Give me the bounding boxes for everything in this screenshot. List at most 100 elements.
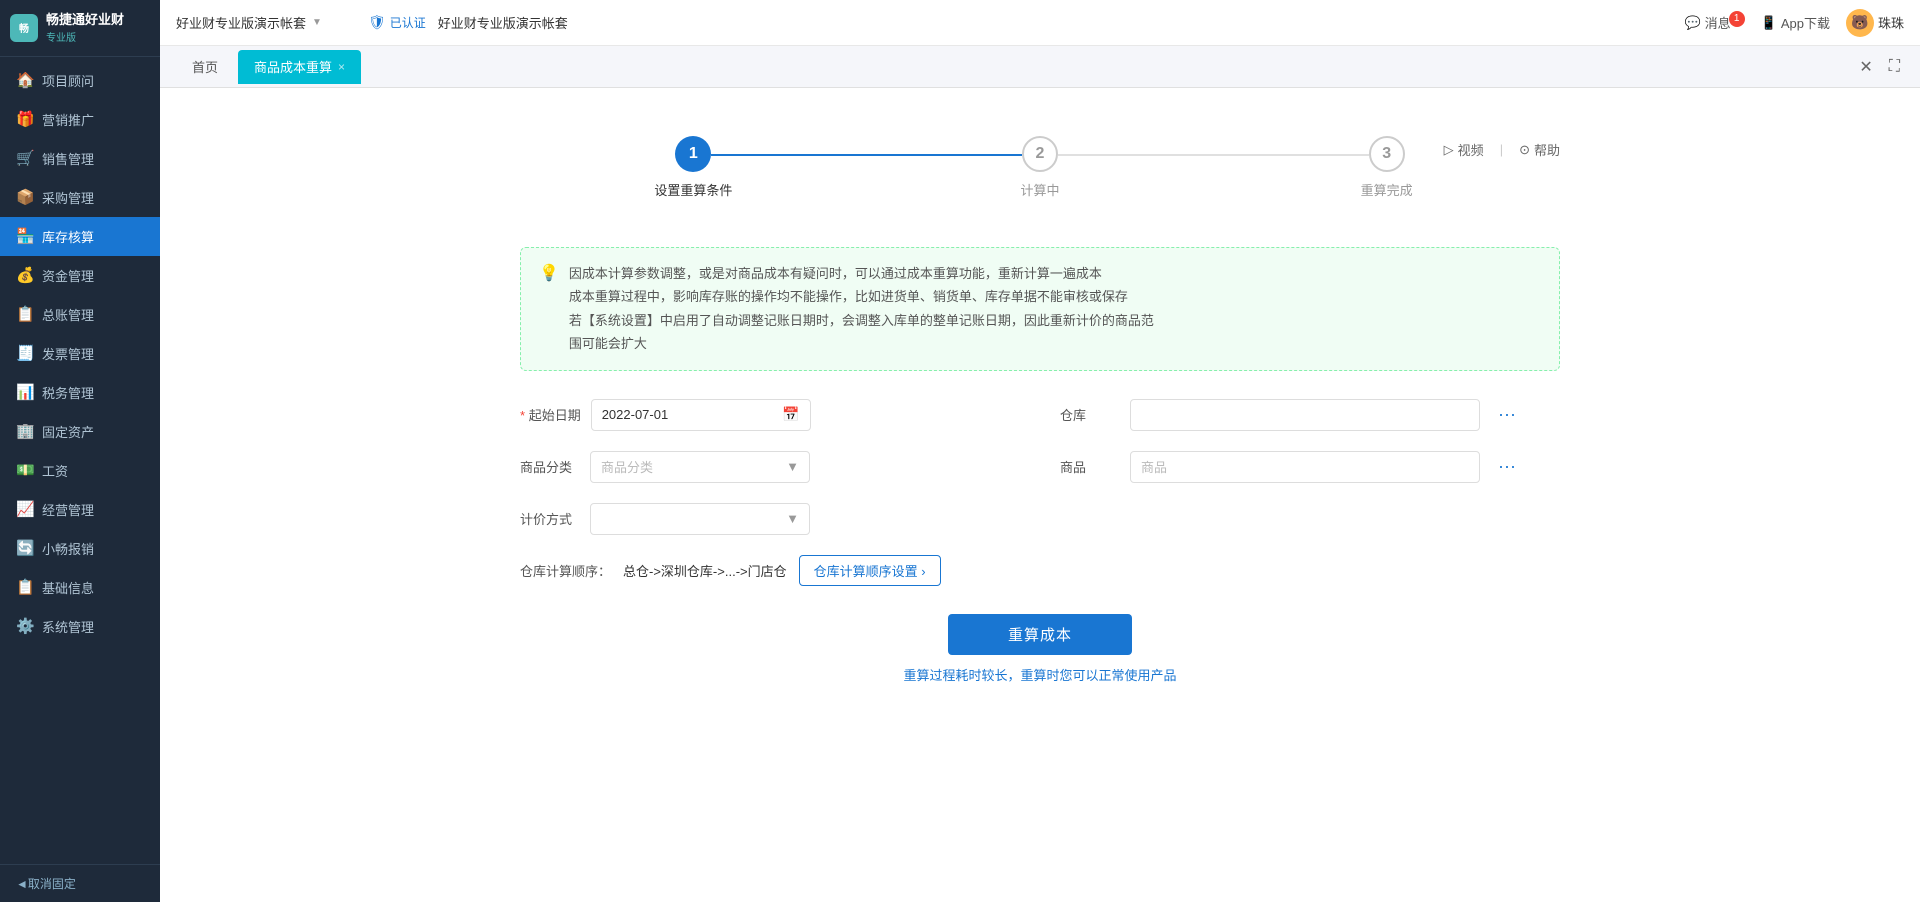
required-mark: * bbox=[520, 408, 525, 423]
sidebar-item-label-sales: 销售管理 bbox=[42, 149, 94, 168]
sidebar-item-salary[interactable]: 💵 工资 bbox=[0, 451, 160, 490]
step-2-label: 计算中 bbox=[1021, 180, 1060, 199]
sidebar-item-label-operations: 经营管理 bbox=[42, 500, 94, 519]
inventory-icon: 🏪 bbox=[16, 227, 34, 245]
shield-icon: 🛡 bbox=[368, 14, 386, 31]
category-placeholder: 商品分类 bbox=[601, 457, 653, 476]
main-area: 好业财专业版演示帐套 ▼ 🛡 已认证 好业财专业版演示帐套 💬 消息 1 📱 A… bbox=[160, 0, 1920, 902]
pricing-select[interactable]: ▼ bbox=[590, 503, 810, 535]
sidebar-nav: 🏠 项目顾问 🎁 营销推广 🛒 销售管理 📦 采购管理 🏪 库存核算 💰 资金管… bbox=[0, 57, 160, 864]
question-icon: ⊙ bbox=[1519, 142, 1530, 158]
sidebar-item-label-tax: 税务管理 bbox=[42, 383, 94, 402]
recalc-note: 重算过程耗时较长，重算时您可以正常使用产品 bbox=[903, 665, 1176, 684]
sidebar-item-invoice[interactable]: 🧾 发票管理 bbox=[0, 334, 160, 373]
account-name: 好业财专业版演示帐套 bbox=[176, 13, 306, 32]
step-1-circle: 1 bbox=[675, 136, 711, 172]
product-input[interactable]: 商品 bbox=[1130, 451, 1480, 483]
tab-home[interactable]: 首页 bbox=[176, 50, 234, 84]
info-text: 因成本计算参数调整，或是对商品成本有疑问时，可以通过成本重算功能，重新计算一遍成… bbox=[569, 262, 1154, 356]
tab-recalc[interactable]: 商品成本重算 × bbox=[238, 50, 361, 84]
sidebar-item-accounting[interactable]: 📋 总账管理 bbox=[0, 295, 160, 334]
notifications-btn[interactable]: 💬 消息 1 bbox=[1684, 13, 1744, 32]
tabbar: 首页 商品成本重算 × ✕ ⛶ bbox=[160, 46, 1920, 88]
avatar: 🐻 bbox=[1846, 9, 1874, 37]
sidebar-item-label-expense: 小畅报销 bbox=[42, 539, 94, 558]
sidebar-item-tax[interactable]: 📊 税务管理 bbox=[0, 373, 160, 412]
sidebar-item-label-inventory: 库存核算 bbox=[42, 227, 94, 246]
help-btn[interactable]: ⊙ 帮助 bbox=[1519, 140, 1560, 159]
warehouse-order-label: 仓库计算顺序： bbox=[520, 561, 611, 580]
tab-recalc-label: 商品成本重算 bbox=[254, 57, 332, 76]
sidebar-item-basic[interactable]: 📋 基础信息 bbox=[0, 568, 160, 607]
page-content: 1 设置重算条件 2 计算中 3 重算完成 bbox=[440, 88, 1640, 716]
recalc-section: 重算成本 重算过程耗时较长，重算时您可以正常使用产品 bbox=[520, 614, 1560, 684]
start-date-value: 2022-07-01 bbox=[602, 407, 669, 422]
step-1: 1 设置重算条件 bbox=[520, 136, 867, 199]
product-more-btn[interactable]: ··· bbox=[1498, 456, 1516, 477]
expand-window-btn[interactable]: ⛶ bbox=[1885, 54, 1904, 80]
sidebar-item-sales[interactable]: 🛒 销售管理 bbox=[0, 139, 160, 178]
sidebar-footer-pin[interactable]: ◄取消固定 bbox=[0, 864, 160, 902]
account-selector[interactable]: 好业财专业版演示帐套 ▼ bbox=[176, 13, 356, 32]
warehouse-order-row: 仓库计算顺序： 总仓->深圳仓库->...->门店仓 仓库计算顺序设置 › bbox=[520, 555, 1560, 586]
product-label: 商品 bbox=[1060, 457, 1120, 476]
recalc-btn[interactable]: 重算成本 bbox=[948, 614, 1132, 655]
sidebar-item-inventory[interactable]: 🏪 库存核算 bbox=[0, 217, 160, 256]
user-profile[interactable]: 🐻 珠珠 bbox=[1846, 9, 1904, 37]
sidebar-item-assets[interactable]: 🏢 固定资产 bbox=[0, 412, 160, 451]
accounting-icon: 📋 bbox=[16, 305, 34, 323]
step-2-circle: 2 bbox=[1022, 136, 1058, 172]
verified-badge: 🛡 已认证 bbox=[368, 14, 426, 31]
category-select[interactable]: 商品分类 ▼ bbox=[590, 451, 810, 483]
sidebar-item-label-project: 项目顾问 bbox=[42, 71, 94, 90]
category-field: 商品分类 商品分类 ▼ bbox=[520, 451, 1020, 483]
video-btn[interactable]: ▷ 视频 bbox=[1444, 140, 1484, 159]
sidebar-item-label-assets: 固定资产 bbox=[42, 422, 94, 441]
warehouse-input[interactable] bbox=[1130, 399, 1480, 431]
start-date-input[interactable]: 2022-07-01 📅 bbox=[591, 399, 811, 431]
sidebar-item-purchase[interactable]: 📦 采购管理 bbox=[0, 178, 160, 217]
info-bulb-icon: 💡 bbox=[539, 263, 559, 283]
chevron-down-icon: ▼ bbox=[786, 459, 799, 474]
step-2: 2 计算中 bbox=[867, 136, 1214, 199]
sidebar-item-project[interactable]: 🏠 项目顾问 bbox=[0, 61, 160, 100]
chevron-down-pricing-icon: ▼ bbox=[786, 511, 799, 526]
topbar-right: 💬 消息 1 📱 App下载 🐻 珠珠 bbox=[1684, 9, 1904, 37]
tab-home-label: 首页 bbox=[192, 57, 218, 76]
category-label: 商品分类 bbox=[520, 457, 580, 476]
sidebar-item-label-invoice: 发票管理 bbox=[42, 344, 94, 363]
step-3-label: 重算完成 bbox=[1361, 180, 1413, 199]
info-box: 💡 因成本计算参数调整，或是对商品成本有疑问时，可以通过成本重算功能，重新计算一… bbox=[520, 247, 1560, 371]
sidebar-item-operations[interactable]: 📈 经营管理 bbox=[0, 490, 160, 529]
start-date-label: * 起始日期 bbox=[520, 405, 581, 424]
sidebar-item-finance[interactable]: 💰 资金管理 bbox=[0, 256, 160, 295]
sidebar-item-system[interactable]: ⚙️ 系统管理 bbox=[0, 607, 160, 646]
expense-icon: 🔄 bbox=[16, 539, 34, 557]
warehouse-order-settings-btn[interactable]: 仓库计算顺序设置 › bbox=[799, 555, 941, 586]
close-window-btn[interactable]: ✕ bbox=[1855, 53, 1876, 81]
sidebar-item-expense[interactable]: 🔄 小畅报销 bbox=[0, 529, 160, 568]
tab-close-icon[interactable]: × bbox=[338, 60, 345, 74]
operations-icon: 📈 bbox=[16, 500, 34, 518]
warehouse-more-btn[interactable]: ··· bbox=[1498, 404, 1516, 425]
topbar: 好业财专业版演示帐套 ▼ 🛡 已认证 好业财专业版演示帐套 💬 消息 1 📱 A… bbox=[160, 0, 1920, 46]
steps-actions: ▷ 视频 | ⊙ 帮助 bbox=[1444, 140, 1560, 159]
project-icon: 🏠 bbox=[16, 71, 34, 89]
sidebar-item-label-salary: 工资 bbox=[42, 461, 68, 480]
content-area: 1 设置重算条件 2 计算中 3 重算完成 bbox=[160, 88, 1920, 902]
app-logo: 畅 bbox=[10, 14, 38, 42]
form-row-1: * 起始日期 2022-07-01 📅 仓库 ··· bbox=[520, 399, 1560, 431]
username-label: 珠珠 bbox=[1878, 13, 1904, 32]
system-icon: ⚙️ bbox=[16, 617, 34, 635]
app-download-btn[interactable]: 📱 App下载 bbox=[1761, 13, 1830, 32]
warehouse-label: 仓库 bbox=[1060, 405, 1120, 424]
calendar-icon[interactable]: 📅 bbox=[782, 406, 799, 423]
message-icon: 💬 bbox=[1684, 15, 1700, 31]
sidebar-item-marketing[interactable]: 🎁 营销推广 bbox=[0, 100, 160, 139]
marketing-icon: 🎁 bbox=[16, 110, 34, 128]
sidebar-item-label-basic: 基础信息 bbox=[42, 578, 94, 597]
sidebar-item-label-finance: 资金管理 bbox=[42, 266, 94, 285]
sidebar-header: 畅 畅捷通好业财 专业版 bbox=[0, 0, 160, 57]
sidebar: 畅 畅捷通好业财 专业版 🏠 项目顾问 🎁 营销推广 🛒 销售管理 📦 采购管理… bbox=[0, 0, 160, 902]
pricing-label: 计价方式 bbox=[520, 509, 580, 528]
